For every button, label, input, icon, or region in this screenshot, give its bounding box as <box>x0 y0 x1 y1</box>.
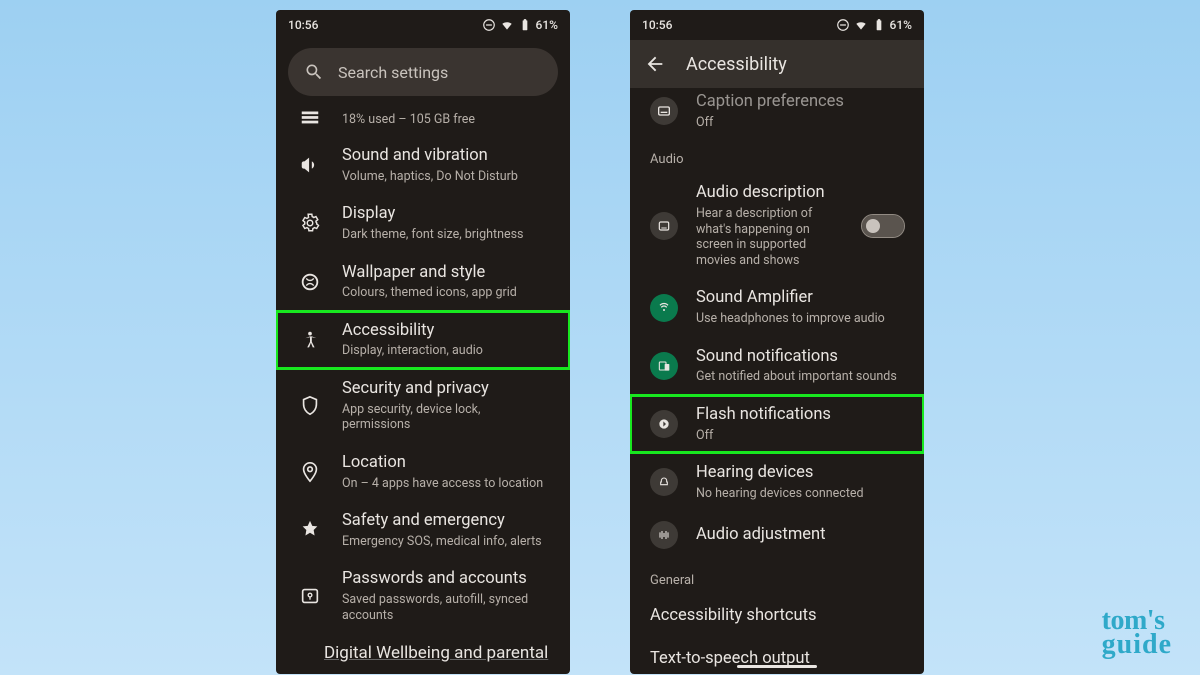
search-icon <box>304 62 324 82</box>
item-sub: Get notified about important sounds <box>696 369 904 385</box>
battery-percent: 61% <box>890 18 912 32</box>
search-settings[interactable]: Search settings <box>288 48 558 96</box>
status-time: 10:56 <box>642 18 672 32</box>
safety-icon <box>299 519 321 541</box>
item-sub: Off <box>696 428 904 444</box>
page-title: Accessibility <box>686 54 787 75</box>
item-title: Sound Amplifier <box>696 288 904 309</box>
list-item-security-and-privacy[interactable]: Security and privacyApp security, device… <box>276 369 570 443</box>
list-item-hearing-devices[interactable]: Hearing devices No hearing devices connec… <box>630 453 924 511</box>
list-item-safety-and-emergency[interactable]: Safety and emergency Emergency SOS, medic… <box>276 501 570 559</box>
status-time: 10:56 <box>288 18 318 32</box>
list-item-passwords-and-accounts[interactable]: Passwords and accountsSaved passwords, a… <box>276 559 570 633</box>
status-icons: 61% <box>836 18 912 32</box>
list-item-wallpaper-and-style[interactable]: Wallpaper and styleColours, themed icons… <box>276 253 570 311</box>
list-item-flash-notifications[interactable]: Flash notifications Off <box>630 395 924 453</box>
item-sub: Colours, themed icons, app grid <box>342 285 550 301</box>
item-title: Flash notifications <box>696 405 904 426</box>
toggle-off[interactable] <box>862 215 904 237</box>
list-item-accessibility-shortcuts[interactable]: Accessibility shortcuts <box>630 594 924 637</box>
item-title: Audio description <box>696 183 844 204</box>
item-sub: Display, interaction, audio <box>342 343 550 359</box>
sound-amplifier-icon <box>650 294 678 322</box>
section-header-general: General <box>630 559 924 594</box>
status-bar: 10:56 61% <box>276 10 570 40</box>
dnd-icon <box>836 18 850 32</box>
search-placeholder: Search settings <box>338 63 448 82</box>
item-title: Wallpaper and style <box>342 263 550 284</box>
accessibility-icon <box>299 329 321 351</box>
back-icon[interactable] <box>644 53 666 75</box>
item-title: Display <box>342 204 550 225</box>
settings-list[interactable]: 18% used – 105 GB free Sound and vibrati… <box>276 106 570 663</box>
list-item-location[interactable]: Location On – 4 apps have access to locat… <box>276 443 570 501</box>
item-title: Accessibility <box>342 321 550 342</box>
list-item-storage-partial[interactable]: 18% used – 105 GB free <box>276 106 570 136</box>
equalizer-icon <box>650 521 678 549</box>
item-sub: Saved passwords, autofill, synced accoun… <box>342 592 550 623</box>
item-title: Caption preferences <box>696 92 904 113</box>
item-sub: Dark theme, font size, brightness <box>342 227 550 243</box>
security-icon <box>299 395 321 417</box>
item-sub: Off <box>696 115 904 131</box>
list-item-text-to-speech-output[interactable]: Text-to-speech output <box>630 637 924 674</box>
accessibility-list[interactable]: Caption preferences Off Audio Audio desc… <box>630 88 924 674</box>
section-header-audio: Audio <box>630 138 924 173</box>
item-title: Safety and emergency <box>342 511 550 532</box>
status-bar: 10:56 61% <box>630 10 924 40</box>
item-sub: Volume, haptics, Do Not Disturb <box>342 169 550 185</box>
wallpaper-icon <box>299 271 321 293</box>
item-sub: Hear a description of what's happening o… <box>696 206 844 269</box>
item-sub: No hearing devices connected <box>696 486 904 502</box>
list-item-audio-adjustment[interactable]: Audio adjustment <box>630 511 924 559</box>
item-sub: On – 4 apps have access to location <box>342 476 550 492</box>
location-icon <box>299 461 321 483</box>
watermark: tom's guide <box>1102 609 1172 657</box>
wifi-icon <box>854 18 868 32</box>
audio-description-icon <box>650 212 678 240</box>
display-icon <box>299 212 321 234</box>
caption-icon <box>650 97 678 125</box>
status-icons: 61% <box>482 18 558 32</box>
list-item-sound-notifications[interactable]: Sound notificationsGet notified about im… <box>630 337 924 395</box>
passwords-icon <box>299 585 321 607</box>
sound-icon <box>299 154 321 176</box>
storage-icon <box>299 106 321 128</box>
item-title: Security and privacy <box>342 379 550 400</box>
list-item-sound-and-vibration[interactable]: Sound and vibration Volume, haptics, Do N… <box>276 136 570 194</box>
list-item-wellbeing-partial[interactable]: Digital Wellbeing and parental <box>276 633 570 663</box>
item-title: Hearing devices <box>696 463 904 484</box>
sound-notifications-icon <box>650 352 678 380</box>
item-title: Passwords and accounts <box>342 569 550 590</box>
wifi-icon <box>500 18 514 32</box>
item-sub: Emergency SOS, medical info, alerts <box>342 534 550 550</box>
list-item-sound-amplifier[interactable]: Sound Amplifier Use headphones to improve… <box>630 278 924 336</box>
battery-icon <box>518 18 532 32</box>
phone-accessibility: 10:56 61% Accessibility Caption preferen… <box>630 10 924 674</box>
item-title: Sound notifications <box>696 347 904 368</box>
item-title: Location <box>342 453 550 474</box>
list-item-display[interactable]: Display Dark theme, font size, brightness <box>276 194 570 252</box>
phone-settings: 10:56 61% Search settings 18% used – 105… <box>276 10 570 674</box>
hearing-icon <box>650 468 678 496</box>
flash-icon <box>650 410 678 438</box>
list-item-caption-prefs-partial[interactable]: Caption preferences Off <box>630 88 924 138</box>
storage-sub: 18% used – 105 GB free <box>342 112 550 128</box>
item-sub: Use headphones to improve audio <box>696 311 904 327</box>
battery-icon <box>872 18 886 32</box>
item-title: Audio adjustment <box>696 525 904 546</box>
item-sub: App security, device lock, permissions <box>342 402 550 433</box>
app-bar: Accessibility <box>630 40 924 88</box>
item-title: Sound and vibration <box>342 146 550 167</box>
dnd-icon <box>482 18 496 32</box>
battery-percent: 61% <box>536 18 558 32</box>
list-item-accessibility[interactable]: AccessibilityDisplay, interaction, audio <box>276 311 570 369</box>
list-item-audio-description[interactable]: Audio descriptionHear a description of w… <box>630 173 924 278</box>
nav-handle[interactable] <box>737 665 817 668</box>
